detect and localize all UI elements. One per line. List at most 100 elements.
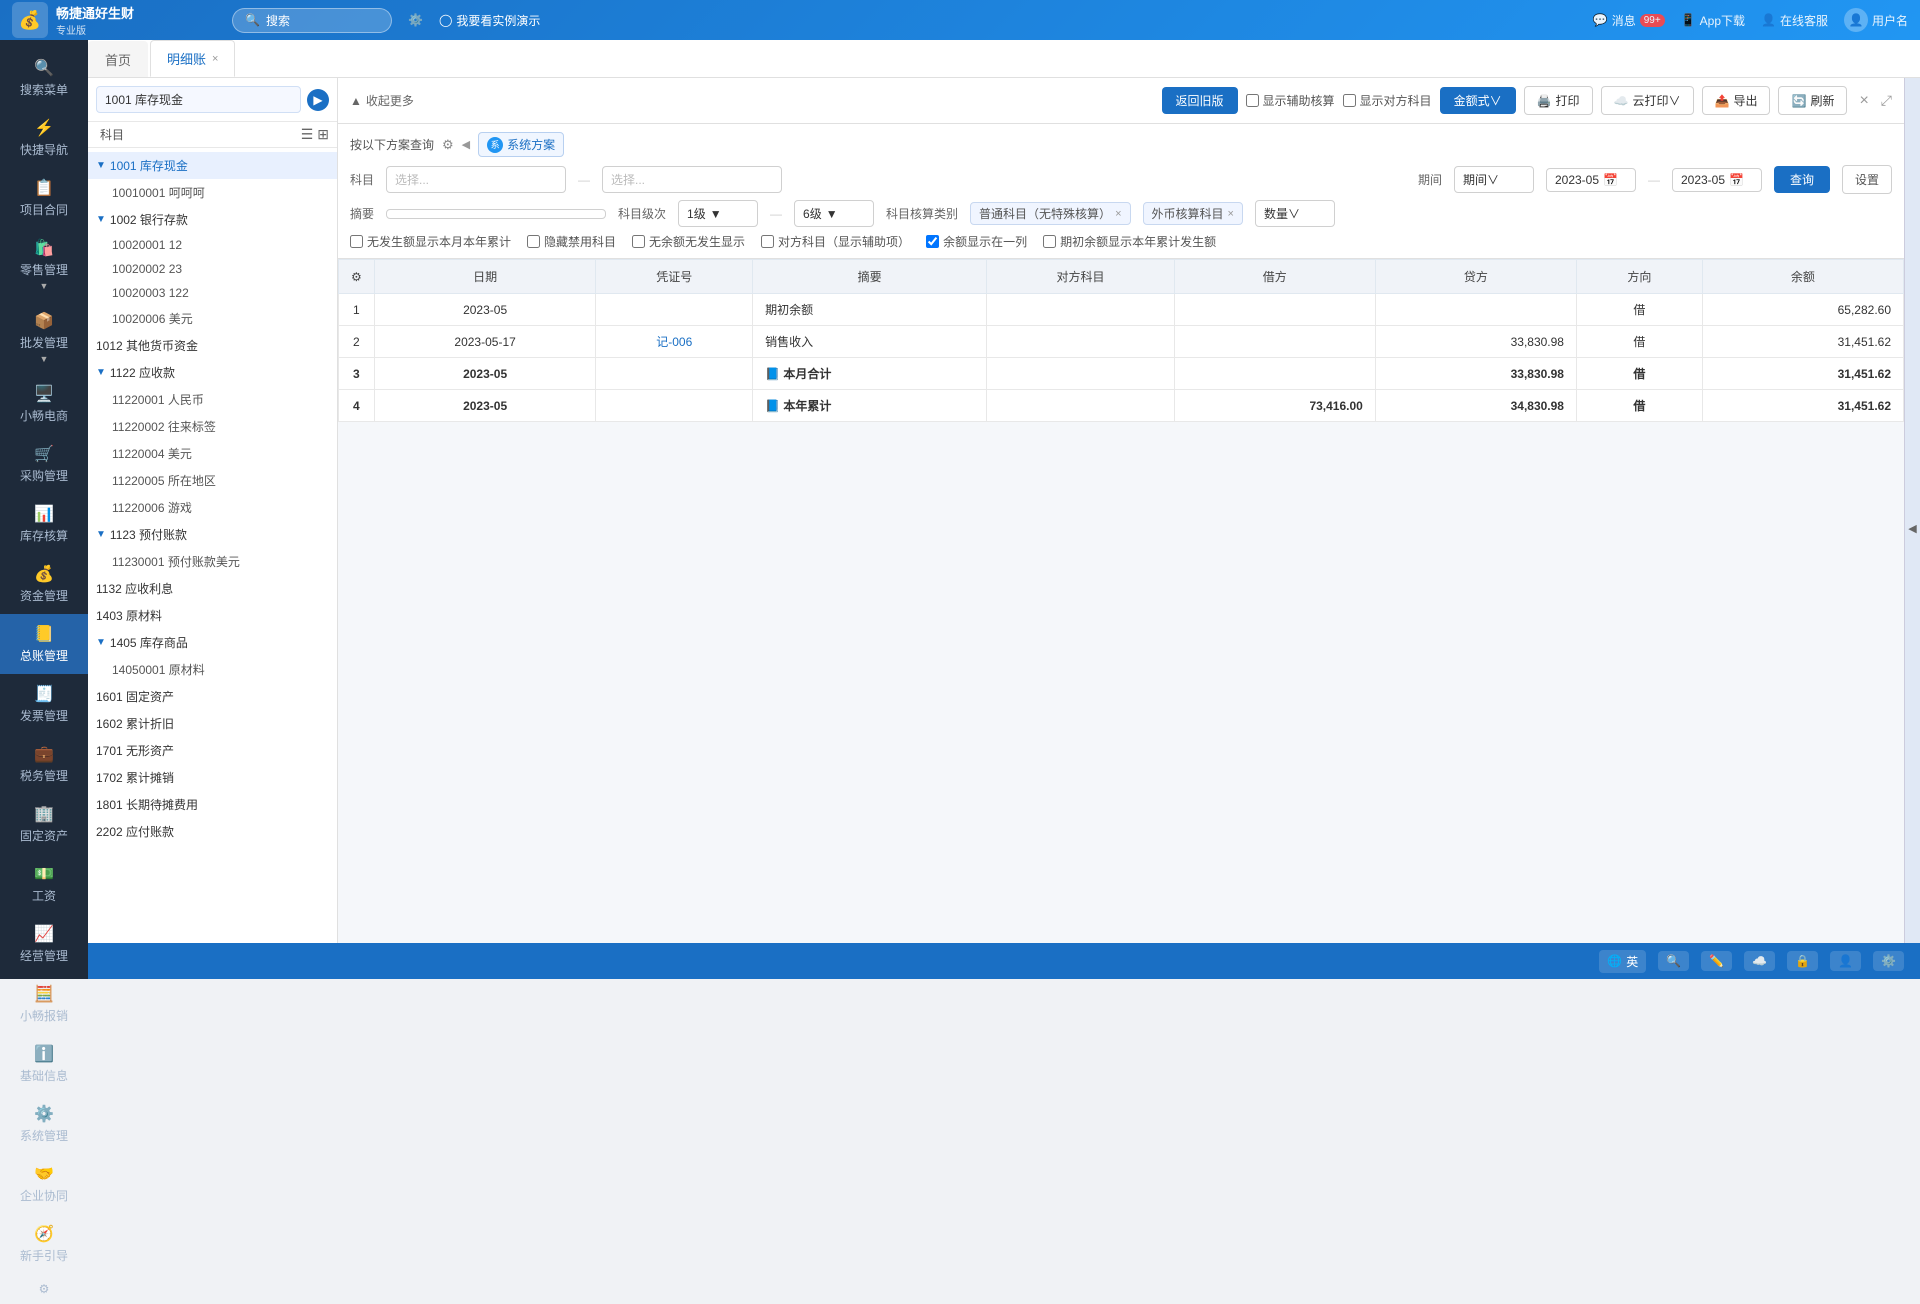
tree-item-1405[interactable]: ▼ 1405 库存商品 [88,629,337,656]
sidebar-item-fixed-assets[interactable]: 🏢 固定资产 [0,794,88,854]
sidebar-item-project[interactable]: 📋 项目合同 [0,168,88,228]
level-start-select[interactable]: 1级 ▼ [678,200,758,227]
subject-range-input[interactable]: 选择... [602,166,782,193]
tree-item-11220001[interactable]: 11220001 人民币 [88,386,337,413]
tag-close-1[interactable]: × [1115,208,1121,220]
tree-item-1601[interactable]: 1601 固定资产 [88,683,337,710]
tree-item-10020003[interactable]: 10020003 122 [88,281,337,305]
tree-item-10020006[interactable]: 10020006 美元 [88,305,337,332]
sidebar-item-guide[interactable]: 🧭 新手引导 [0,1214,88,1274]
panel-expand-btn[interactable]: ⤢ [1881,92,1892,109]
filter-arrow-icon[interactable]: ◀ [462,138,470,151]
check6[interactable] [1043,235,1056,248]
sidebar-item-corp-collab[interactable]: 🤝 企业协同 [0,1154,88,1214]
sidebar-item-basic-info[interactable]: ℹ️ 基础信息 [0,1034,88,1094]
check1[interactable] [350,235,363,248]
tree-item-1123[interactable]: ▼ 1123 预付账款 [88,521,337,548]
sidebar-item-operations[interactable]: 📈 经营管理 [0,914,88,974]
show-aux-checkbox[interactable] [1246,94,1259,107]
tree-item-1602[interactable]: 1602 累计折旧 [88,710,337,737]
print-btn[interactable]: 🖨️ 打印 [1524,86,1593,115]
check4-label[interactable]: 对方科目（显示辅助项） [761,233,910,250]
sidebar-item-wholesale[interactable]: 📦 批发管理 ▼ [0,301,88,374]
tree-item-11220002[interactable]: 11220002 往来标签 [88,413,337,440]
bottom-search-btn[interactable]: 🔍 [1658,951,1689,971]
sidebar-item-invoice[interactable]: 🧾 发票管理 [0,674,88,734]
bottom-settings-btn[interactable]: ⚙️ [1873,951,1904,971]
tree-item-1702[interactable]: 1702 累计摊销 [88,764,337,791]
side-expand-tab[interactable]: ◀ [1904,78,1920,979]
tree-item-1122[interactable]: ▼ 1122 应收款 [88,359,337,386]
show-aux-checkbox-label[interactable]: 显示辅助核算 [1246,92,1335,109]
category-tag-2[interactable]: 外币核算科目 × [1143,202,1243,225]
collapse-more-btn[interactable]: ▲ 收起更多 [350,92,414,109]
refresh-btn[interactable]: 🔄 刷新 [1778,86,1847,115]
sidebar-item-search[interactable]: 🔍 搜索菜单 [0,48,88,108]
tab-home[interactable]: 首页 [88,41,148,77]
demo-link[interactable]: ◯ 我要看实例演示 [439,12,540,29]
sidebar-item-expense[interactable]: 🧮 小畅报销 [0,974,88,1034]
tree-item-11220006[interactable]: 11220006 游戏 [88,494,337,521]
level-end-select[interactable]: 6级 ▼ [794,200,874,227]
quantity-tag[interactable]: 数量∨ [1255,200,1335,227]
category-tag-1[interactable]: 普通科目（无特殊核算） × [970,202,1130,225]
top-search-bar[interactable]: 🔍 搜索 [232,8,392,33]
filter-settings-icon[interactable]: ⚙ [442,137,454,153]
period-type-select[interactable]: 期间∨ [1454,166,1534,193]
tree-item-1002[interactable]: ▼ 1002 银行存款 [88,206,337,233]
tree-item-1403[interactable]: 1403 原材料 [88,602,337,629]
bottom-lock-btn[interactable]: 🔒 [1787,951,1818,971]
sidebar-item-finance[interactable]: 💰 资金管理 [0,554,88,614]
tree-item-10020001[interactable]: 10020001 12 [88,233,337,257]
sidebar-item-inventory[interactable]: 📊 库存核算 [0,494,88,554]
check3[interactable] [632,235,645,248]
bottom-cloud-btn[interactable]: ☁️ [1744,951,1775,971]
tree-item-1012[interactable]: 1012 其他货币资金 [88,332,337,359]
tree-item-11230001[interactable]: 11230001 预付账款美元 [88,548,337,575]
sidebar-item-payroll[interactable]: 💵 工资 [0,854,88,914]
check3-label[interactable]: 无余额无发生显示 [632,233,745,250]
tree-item-11220005[interactable]: 11220005 所在地区 [88,467,337,494]
sidebar-item-system[interactable]: ⚙️ 系统管理 [0,1094,88,1154]
show-contra-checkbox[interactable] [1343,94,1356,107]
sidebar-item-tax[interactable]: 💼 税务管理 [0,734,88,794]
check5[interactable] [926,235,939,248]
show-contra-checkbox-label[interactable]: 显示对方科目 [1343,92,1432,109]
tree-item-10020002[interactable]: 10020002 23 [88,257,337,281]
amount-format-btn[interactable]: 金额式∨ [1440,87,1516,114]
bottom-edit-btn[interactable]: ✏️ [1701,951,1732,971]
period-start-date[interactable]: 2023-05 📅 [1546,168,1636,192]
tree-item-1001[interactable]: ▼ 1001 库存现金 [88,152,337,179]
user-profile-btn[interactable]: 👤 用户名 [1844,8,1908,32]
summary-input[interactable] [386,209,606,219]
tab-close-btn[interactable]: × [212,53,218,65]
sidebar-item-purchase[interactable]: 🛒 采购管理 [0,434,88,494]
tree-item-2202[interactable]: 2202 应付账款 [88,818,337,845]
tree-item-1132[interactable]: 1132 应收利息 [88,575,337,602]
scheme-btn[interactable]: 系 系统方案 [478,132,564,157]
search-query-btn[interactable]: 查询 [1774,166,1830,193]
cloud-print-btn[interactable]: ☁️ 云打印∨ [1601,86,1694,115]
tree-item-11220004[interactable]: 11220004 美元 [88,440,337,467]
panel-close-btn[interactable]: × [1855,92,1872,110]
check5-label[interactable]: 余额显示在一列 [926,233,1027,250]
sidebar-item-ledger[interactable]: 📒 总账管理 [0,614,88,674]
account-selector[interactable]: 1001 库存现金 [96,86,301,113]
sidebar-settings-btn[interactable]: ⚙ [0,1274,88,1304]
check6-label[interactable]: 期初余额显示本年累计发生额 [1043,233,1216,250]
check2-label[interactable]: 隐藏禁用科目 [527,233,616,250]
check1-label[interactable]: 无发生额显示本月本年累计 [350,233,511,250]
tag-close-2[interactable]: × [1228,208,1234,220]
subject-input[interactable]: 选择... [386,166,566,193]
bottom-user-btn[interactable]: 👤 [1830,951,1861,971]
nav-arrow-btn[interactable]: ▶ [307,89,329,111]
tree-item-1801[interactable]: 1801 长期待摊费用 [88,791,337,818]
bottom-lang-btn[interactable]: 🌐 英 [1599,950,1646,973]
tree-item-10010001[interactable]: 10010001 呵呵呵 [88,179,337,206]
sidebar-item-retail[interactable]: 🛍️ 零售管理 ▼ [0,228,88,301]
online-service-btn[interactable]: 👤 在线客服 [1761,12,1828,29]
check2[interactable] [527,235,540,248]
period-end-date[interactable]: 2023-05 📅 [1672,168,1762,192]
tree-item-1701[interactable]: 1701 无形资产 [88,737,337,764]
return-old-version-btn[interactable]: 返回旧版 [1162,87,1238,114]
